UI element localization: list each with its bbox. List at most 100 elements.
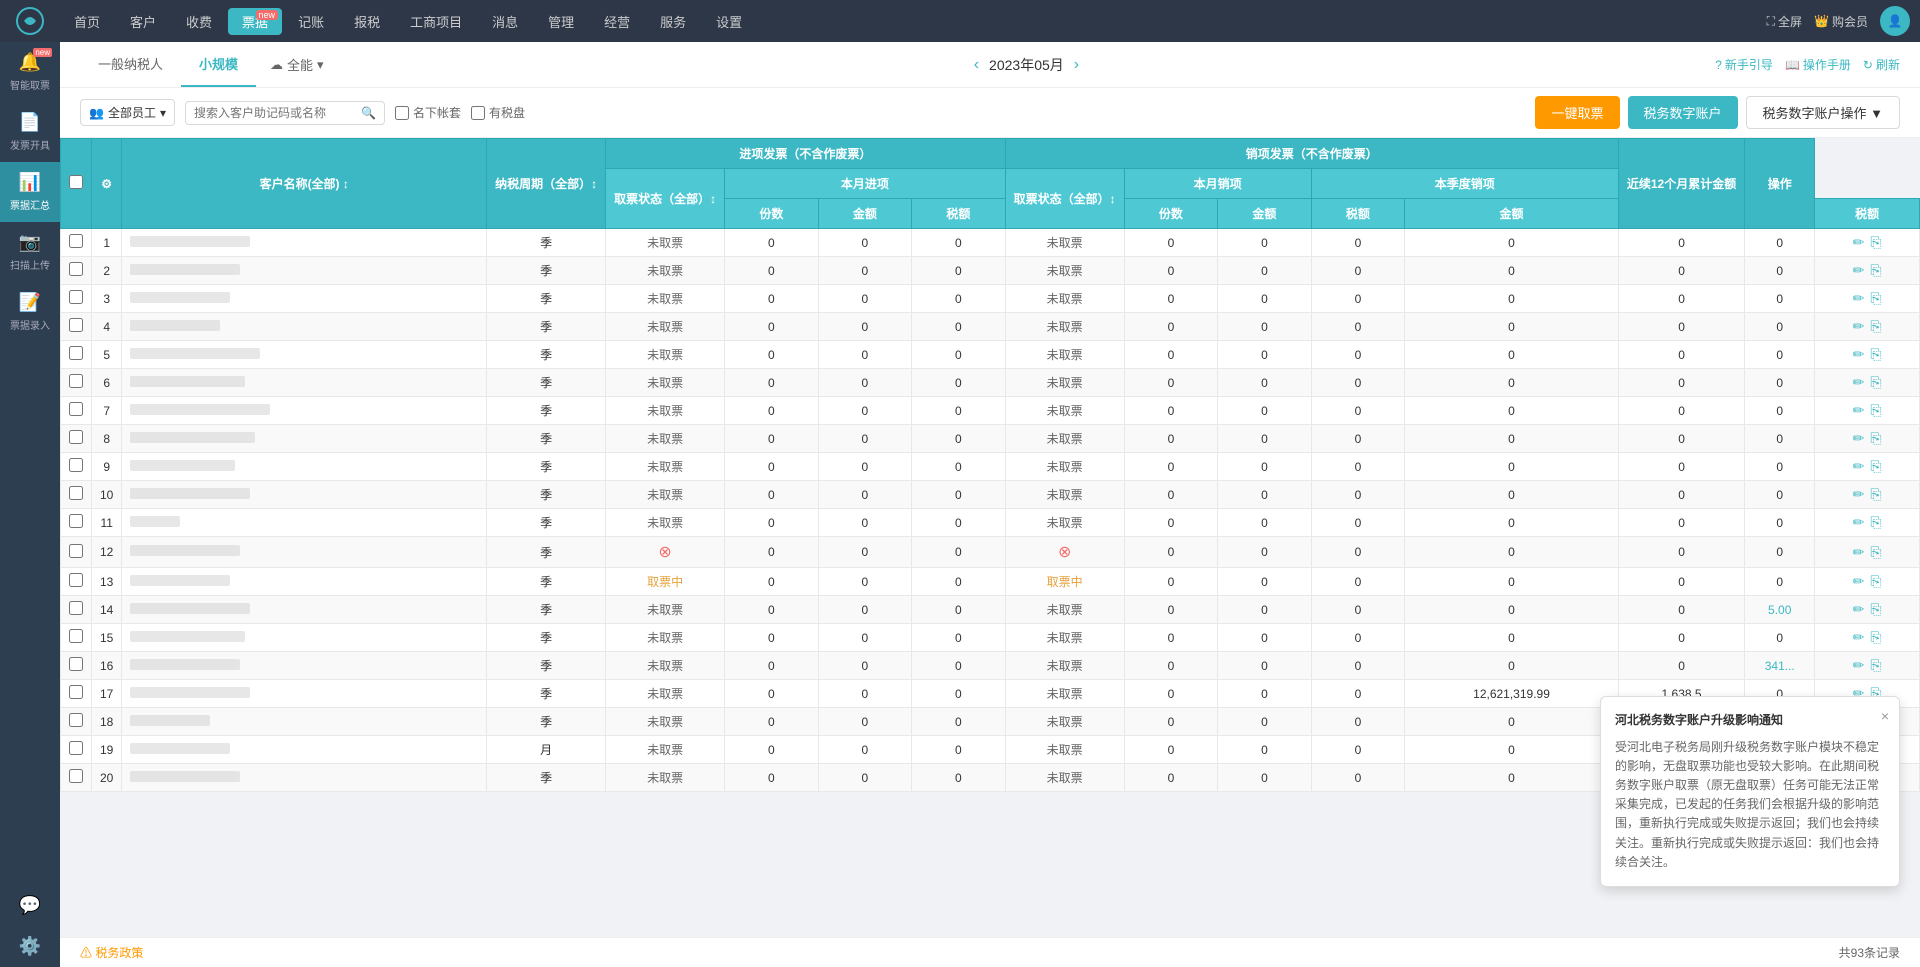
copy-icon[interactable]: ⎘ xyxy=(1870,430,1881,447)
row-checkbox[interactable] xyxy=(61,652,92,680)
edit-icon[interactable]: ✏ xyxy=(1853,486,1865,503)
edit-icon[interactable]: ✏ xyxy=(1853,657,1865,674)
copy-icon[interactable]: ⎘ xyxy=(1870,601,1881,618)
edit-icon[interactable]: ✏ xyxy=(1853,601,1865,618)
refresh-btn[interactable]: ↻ 刷新 xyxy=(1863,56,1900,73)
tab-general-taxpayer[interactable]: 一般纳税人 xyxy=(80,42,181,87)
row-checkbox[interactable] xyxy=(61,341,92,369)
sidebar-item-invoice-open[interactable]: 📄 发票开具 xyxy=(0,102,60,162)
row-checkbox[interactable] xyxy=(61,736,92,764)
copy-icon[interactable]: ⎘ xyxy=(1870,402,1881,419)
edit-icon[interactable]: ✏ xyxy=(1853,458,1865,475)
sidebar-item-invoice-entry[interactable]: 📝 票据录入 xyxy=(0,282,60,342)
sidebar-item-scan-upload[interactable]: 📷 扫描上传 xyxy=(0,222,60,282)
copy-icon[interactable]: ⎘ xyxy=(1870,234,1881,251)
sidebar-item-invoice-summary[interactable]: 📊 票据汇总 xyxy=(0,162,60,222)
row-checkbox[interactable] xyxy=(61,397,92,425)
fullscreen-btn[interactable]: ⛶ 全屏 xyxy=(1767,13,1802,30)
notification-close-btn[interactable]: × xyxy=(1881,705,1889,727)
nav-home[interactable]: 首页 xyxy=(60,8,114,35)
row-checkbox[interactable] xyxy=(61,764,92,792)
prev-month-btn[interactable]: ‹ xyxy=(974,56,979,74)
row-checkbox[interactable] xyxy=(61,453,92,481)
guide-btn[interactable]: ? 新手引导 xyxy=(1715,56,1773,73)
edit-icon[interactable]: ✏ xyxy=(1853,629,1865,646)
employee-select[interactable]: 👥 全部员工 ▾ xyxy=(80,99,175,126)
copy-icon[interactable]: ⎘ xyxy=(1870,262,1881,279)
row-checkbox[interactable] xyxy=(61,257,92,285)
copy-icon[interactable]: ⎘ xyxy=(1870,544,1881,561)
checkbox-account-input[interactable] xyxy=(395,106,409,120)
nav-tax[interactable]: 报税 xyxy=(340,8,394,35)
sidebar-item-smart-ticket[interactable]: 🔔 智能取票 new xyxy=(0,42,60,102)
checkbox-account[interactable]: 名下帐套 xyxy=(395,104,461,121)
checkbox-tax-disk[interactable]: 有税盘 xyxy=(471,104,525,121)
edit-icon[interactable]: ✏ xyxy=(1853,290,1865,307)
tax-digital-account-op-btn[interactable]: 税务数字账户操作 ▼ xyxy=(1746,96,1900,129)
one-key-ticket-btn[interactable]: 一键取票 xyxy=(1535,96,1619,129)
search-input[interactable] xyxy=(194,106,357,120)
sidebar-item-chat[interactable]: 💬 xyxy=(0,885,60,926)
vip-btn[interactable]: 👑 购会员 xyxy=(1814,13,1868,30)
edit-icon[interactable]: ✏ xyxy=(1853,430,1865,447)
avatar[interactable]: 👤 xyxy=(1880,6,1910,36)
manual-btn[interactable]: 📖 操作手册 xyxy=(1785,56,1851,73)
copy-icon[interactable]: ⎘ xyxy=(1870,486,1881,503)
row-checkbox[interactable] xyxy=(61,596,92,624)
copy-icon[interactable]: ⎘ xyxy=(1870,657,1881,674)
row-checkbox[interactable] xyxy=(61,313,92,341)
row-checkbox[interactable] xyxy=(61,229,92,257)
row-checkbox[interactable] xyxy=(61,509,92,537)
row-checkbox[interactable] xyxy=(61,680,92,708)
nav-service[interactable]: 服务 xyxy=(646,8,700,35)
out-status-header[interactable]: 取票状态（全部）↕ xyxy=(1005,169,1124,229)
row-total12: 5.00 xyxy=(1745,596,1815,624)
client-name-header[interactable]: 客户名称(全部) ↕ xyxy=(122,139,487,229)
copy-icon[interactable]: ⎘ xyxy=(1870,318,1881,335)
next-month-btn[interactable]: › xyxy=(1074,56,1079,74)
edit-icon[interactable]: ✏ xyxy=(1853,262,1865,279)
row-checkbox[interactable] xyxy=(61,624,92,652)
copy-icon[interactable]: ⎘ xyxy=(1870,629,1881,646)
in-status-header[interactable]: 取票状态（全部）↕ xyxy=(606,169,725,229)
tax-policy-link[interactable]: ⚠ 税务政策 xyxy=(80,944,143,961)
edit-icon[interactable]: ✏ xyxy=(1853,374,1865,391)
nav-invoice[interactable]: 票据 new xyxy=(228,8,282,35)
row-checkbox[interactable] xyxy=(61,369,92,397)
copy-icon[interactable]: ⎘ xyxy=(1870,573,1881,590)
copy-icon[interactable]: ⎘ xyxy=(1870,346,1881,363)
row-checkbox[interactable] xyxy=(61,568,92,596)
copy-icon[interactable]: ⎘ xyxy=(1870,290,1881,307)
row-checkbox[interactable] xyxy=(61,481,92,509)
tab-all[interactable]: ☁ 全能 ▾ xyxy=(256,42,338,87)
edit-icon[interactable]: ✏ xyxy=(1853,514,1865,531)
edit-icon[interactable]: ✏ xyxy=(1853,318,1865,335)
edit-icon[interactable]: ✏ xyxy=(1853,234,1865,251)
edit-icon[interactable]: ✏ xyxy=(1853,544,1865,561)
tax-period-header[interactable]: 纳税周期（全部）↕ xyxy=(487,139,606,229)
sidebar-item-gear[interactable]: ⚙️ xyxy=(0,926,60,967)
nav-bookkeeping[interactable]: 记账 xyxy=(284,8,338,35)
copy-icon[interactable]: ⎘ xyxy=(1870,374,1881,391)
row-checkbox[interactable] xyxy=(61,708,92,736)
copy-icon[interactable]: ⎘ xyxy=(1870,514,1881,531)
row-checkbox[interactable] xyxy=(61,537,92,568)
select-all-checkbox[interactable] xyxy=(69,175,83,189)
edit-icon[interactable]: ✏ xyxy=(1853,573,1865,590)
checkbox-tax-disk-input[interactable] xyxy=(471,106,485,120)
nav-message[interactable]: 消息 xyxy=(478,8,532,35)
checkbox-all-header[interactable] xyxy=(61,139,92,229)
edit-icon[interactable]: ✏ xyxy=(1853,346,1865,363)
nav-customer[interactable]: 客户 xyxy=(116,8,170,35)
tax-digital-account-btn[interactable]: 税务数字账户 xyxy=(1628,96,1738,129)
nav-settings[interactable]: 设置 xyxy=(702,8,756,35)
edit-icon[interactable]: ✏ xyxy=(1853,402,1865,419)
row-checkbox[interactable] xyxy=(61,285,92,313)
nav-operation[interactable]: 经营 xyxy=(590,8,644,35)
nav-business[interactable]: 工商项目 xyxy=(396,8,476,35)
nav-fees[interactable]: 收费 xyxy=(172,8,226,35)
copy-icon[interactable]: ⎘ xyxy=(1870,458,1881,475)
row-checkbox[interactable] xyxy=(61,425,92,453)
nav-manage[interactable]: 管理 xyxy=(534,8,588,35)
tab-small-scale[interactable]: 小规模 xyxy=(181,42,256,87)
